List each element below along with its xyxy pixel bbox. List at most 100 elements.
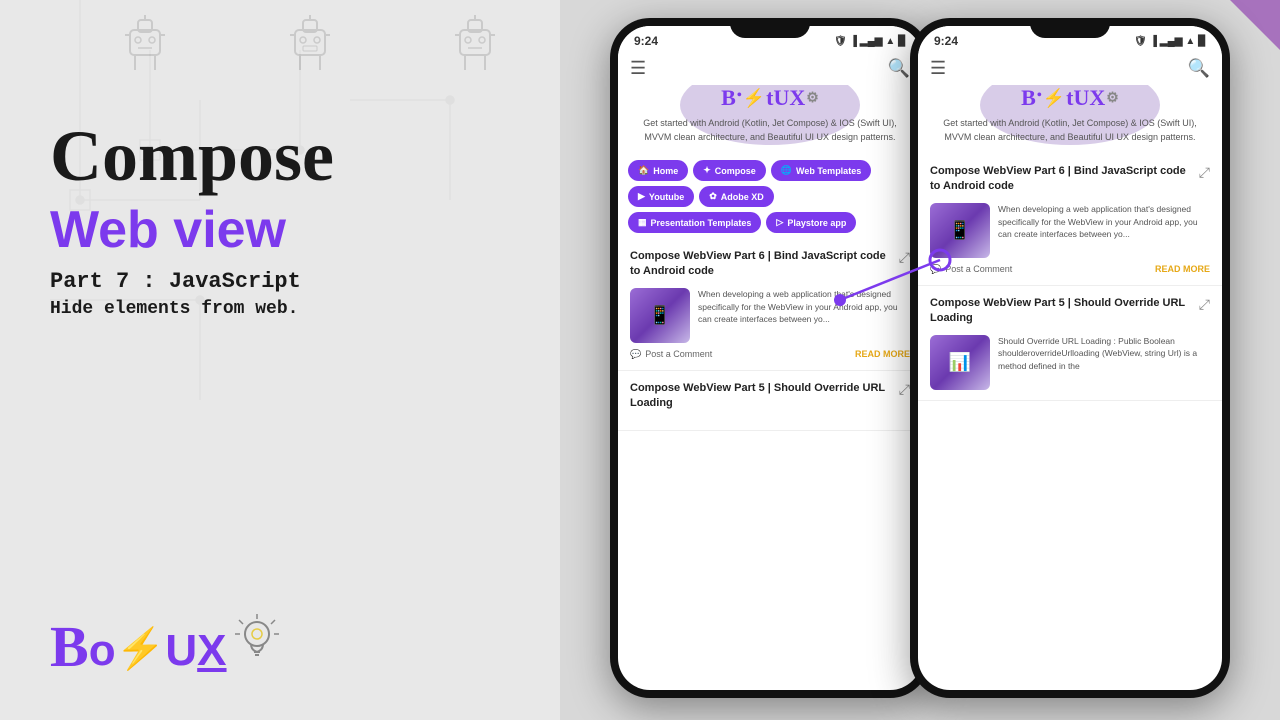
article-thumb-1: 📱: [630, 288, 690, 343]
nav-playstore-btn[interactable]: ▷ Playstore app: [766, 212, 856, 233]
comment-icon-1: 💬: [630, 349, 641, 360]
thumb-image-1: 📱: [630, 288, 690, 343]
read-more-btn-p2-1[interactable]: READ MORE: [1155, 264, 1210, 274]
left-content: Compose Web view Part 7 : JavaScript Hid…: [50, 120, 510, 319]
playstore-icon: ▷: [776, 217, 783, 228]
read-more-btn-1[interactable]: READ MORE: [855, 349, 910, 359]
battery-icon: ▐: [850, 36, 857, 47]
battery-icon-2: ▐: [1150, 36, 1157, 47]
article-thumb-p2-2: 📊: [930, 335, 990, 390]
shield-icon-2: 🛡: [1134, 36, 1147, 47]
article-title-p2-1: Compose WebView Part 6 | Bind JavaScript…: [930, 164, 1199, 195]
brand-dot: •: [737, 88, 742, 104]
phone-mockup-1: 9:24 🛡 ▐ ▂▄▆ ▲ ▉ ☰ 🔍 B: [610, 18, 930, 698]
article-footer-1: 💬 Post a Comment READ MORE: [630, 349, 910, 360]
search-icon-2[interactable]: 🔍: [1188, 58, 1210, 79]
nav-presentation-btn[interactable]: ▦ Presentation Templates: [628, 212, 761, 233]
comment-label-1: Post a Comment: [645, 349, 712, 359]
comment-icon-p2-1: 💬: [930, 264, 941, 275]
shield-icon: 🛡: [834, 36, 847, 47]
botux-logo: B o ⚡ U X: [50, 613, 280, 680]
screen-content-2[interactable]: B • ⚡ tUX ⚙ Get started with Android (Ko…: [918, 85, 1222, 674]
adobe-icon: ✿: [709, 191, 717, 202]
presentation-icon: ▦: [638, 217, 647, 228]
brand-logo-1: B • ⚡ tUX ⚙: [634, 85, 906, 111]
article-header-p2-1: Compose WebView Part 6 | Bind JavaScript…: [930, 164, 1210, 195]
comment-btn-p2-1[interactable]: 💬 Post a Comment: [930, 264, 1012, 275]
wifi-icon: ▲: [885, 36, 895, 47]
brand-bolt: ⚡: [743, 88, 765, 109]
left-panel: Compose Web view Part 7 : JavaScript Hid…: [0, 0, 560, 720]
brand-dot-2: •: [1037, 88, 1042, 104]
article-title-p2-2: Compose WebView Part 5 | Should Override…: [930, 296, 1199, 327]
article-thumb-p2-1: 📱: [930, 203, 990, 258]
battery-full-icon: ▉: [898, 36, 906, 47]
article-card-p2-1: Compose WebView Part 6 | Bind JavaScript…: [918, 154, 1222, 286]
app-bar-2[interactable]: ☰ 🔍: [918, 52, 1222, 85]
status-time-2: 9:24: [934, 34, 958, 48]
title-part: Part 7 : JavaScript: [50, 269, 510, 294]
nav-web-templates-btn[interactable]: 🌐 Web Templates: [771, 160, 871, 181]
article-body-p2-1: 📱 When developing a web application that…: [930, 203, 1210, 258]
share-icon-2[interactable]: ⤢: [899, 381, 910, 398]
brand-gear: ⚙: [806, 90, 819, 107]
status-icons-1: 🛡 ▐ ▂▄▆ ▲ ▉: [834, 36, 906, 47]
brand-bolt-2: ⚡: [1043, 88, 1065, 109]
article-text-1: When developing a web application that's…: [698, 288, 910, 343]
play-icon: ▶: [638, 191, 645, 202]
logo-bolt: ⚡: [116, 625, 166, 672]
logo-u: U: [165, 626, 197, 676]
nav-home-btn[interactable]: 🏠 Home: [628, 160, 688, 181]
home-icon: 🏠: [638, 165, 649, 176]
phone-mockup-2: 9:24 🛡 ▐ ▂▄▆ ▲ ▉ ☰ 🔍 B: [910, 18, 1230, 698]
lightbulb-icon: [235, 614, 280, 669]
robot-icon-1: [120, 15, 170, 75]
search-icon-1[interactable]: 🔍: [888, 58, 910, 79]
youtube-label: Youtube: [649, 192, 684, 202]
brand-b-2: B: [1021, 85, 1036, 111]
article-header-2: Compose WebView Part 5 | Should Override…: [630, 381, 910, 412]
article-header-p2-2: Compose WebView Part 5 | Should Override…: [930, 296, 1210, 327]
article-body-p2-2: 📊 Should Override URL Loading : Public B…: [930, 335, 1210, 390]
share-icon-p2-2[interactable]: ⤢: [1199, 296, 1210, 313]
comment-btn-1[interactable]: 💬 Post a Comment: [630, 349, 712, 360]
robot-decorations: [120, 15, 500, 75]
phone-notch-2: [1030, 18, 1110, 38]
brand-gear-2: ⚙: [1106, 90, 1119, 107]
right-area: 9:24 🛡 ▐ ▂▄▆ ▲ ▉ ☰ 🔍 B: [560, 0, 1280, 720]
title-subtitle: Hide elements from web.: [50, 299, 510, 319]
logo-o: o: [89, 626, 116, 676]
article-card-1: Compose WebView Part 6 | Bind JavaScript…: [618, 239, 922, 371]
playstore-label: Playstore app: [787, 218, 846, 228]
signal-icon: ▂▄▆: [860, 36, 882, 47]
hamburger-menu-1[interactable]: ☰: [630, 58, 646, 79]
status-time-1: 9:24: [634, 34, 658, 48]
thumb-image-p2-2: 📊: [930, 335, 990, 390]
robot-icon-3: [450, 15, 500, 75]
corner-decoration: [1230, 0, 1280, 50]
article-title-2: Compose WebView Part 5 | Should Override…: [630, 381, 899, 412]
screen-content-1[interactable]: B • ⚡ tUX ⚙ Get started with Android (Ko…: [618, 85, 922, 674]
share-icon-p2-1[interactable]: ⤢: [1199, 164, 1210, 181]
article-text-p2-2: Should Override URL Loading : Public Boo…: [998, 335, 1210, 390]
robot-icon-2: [285, 15, 335, 75]
article-text-p2-1: When developing a web application that's…: [998, 203, 1210, 258]
logo-b: B: [50, 613, 89, 680]
share-icon-1[interactable]: ⤢: [899, 249, 910, 266]
nav-youtube-btn[interactable]: ▶ Youtube: [628, 186, 694, 207]
compose-icon: ✦: [703, 165, 711, 176]
app-bar-1[interactable]: ☰ 🔍: [618, 52, 922, 85]
web-templates-label: Web Templates: [796, 166, 861, 176]
article-card-p2-2: Compose WebView Part 5 | Should Override…: [918, 286, 1222, 401]
hero-section-1: B • ⚡ tUX ⚙ Get started with Android (Ko…: [618, 85, 922, 154]
hero-text-1: Get started with Android (Kotlin, Jet Co…: [634, 117, 906, 144]
compose-label: Compose: [715, 166, 756, 176]
nav-adobe-xd-btn[interactable]: ✿ Adobe XD: [699, 186, 774, 207]
hamburger-menu-2[interactable]: ☰: [930, 58, 946, 79]
nav-compose-btn[interactable]: ✦ Compose: [693, 160, 766, 181]
nav-buttons-1: 🏠 Home ✦ Compose 🌐 Web Templates ▶ Youtu…: [618, 154, 922, 239]
brand-logo-2: B • ⚡ tUX ⚙: [934, 85, 1206, 111]
brand-tux: tUX: [766, 85, 805, 111]
article-footer-p2-1: 💬 Post a Comment READ MORE: [930, 264, 1210, 275]
adobe-label: Adobe XD: [721, 192, 764, 202]
